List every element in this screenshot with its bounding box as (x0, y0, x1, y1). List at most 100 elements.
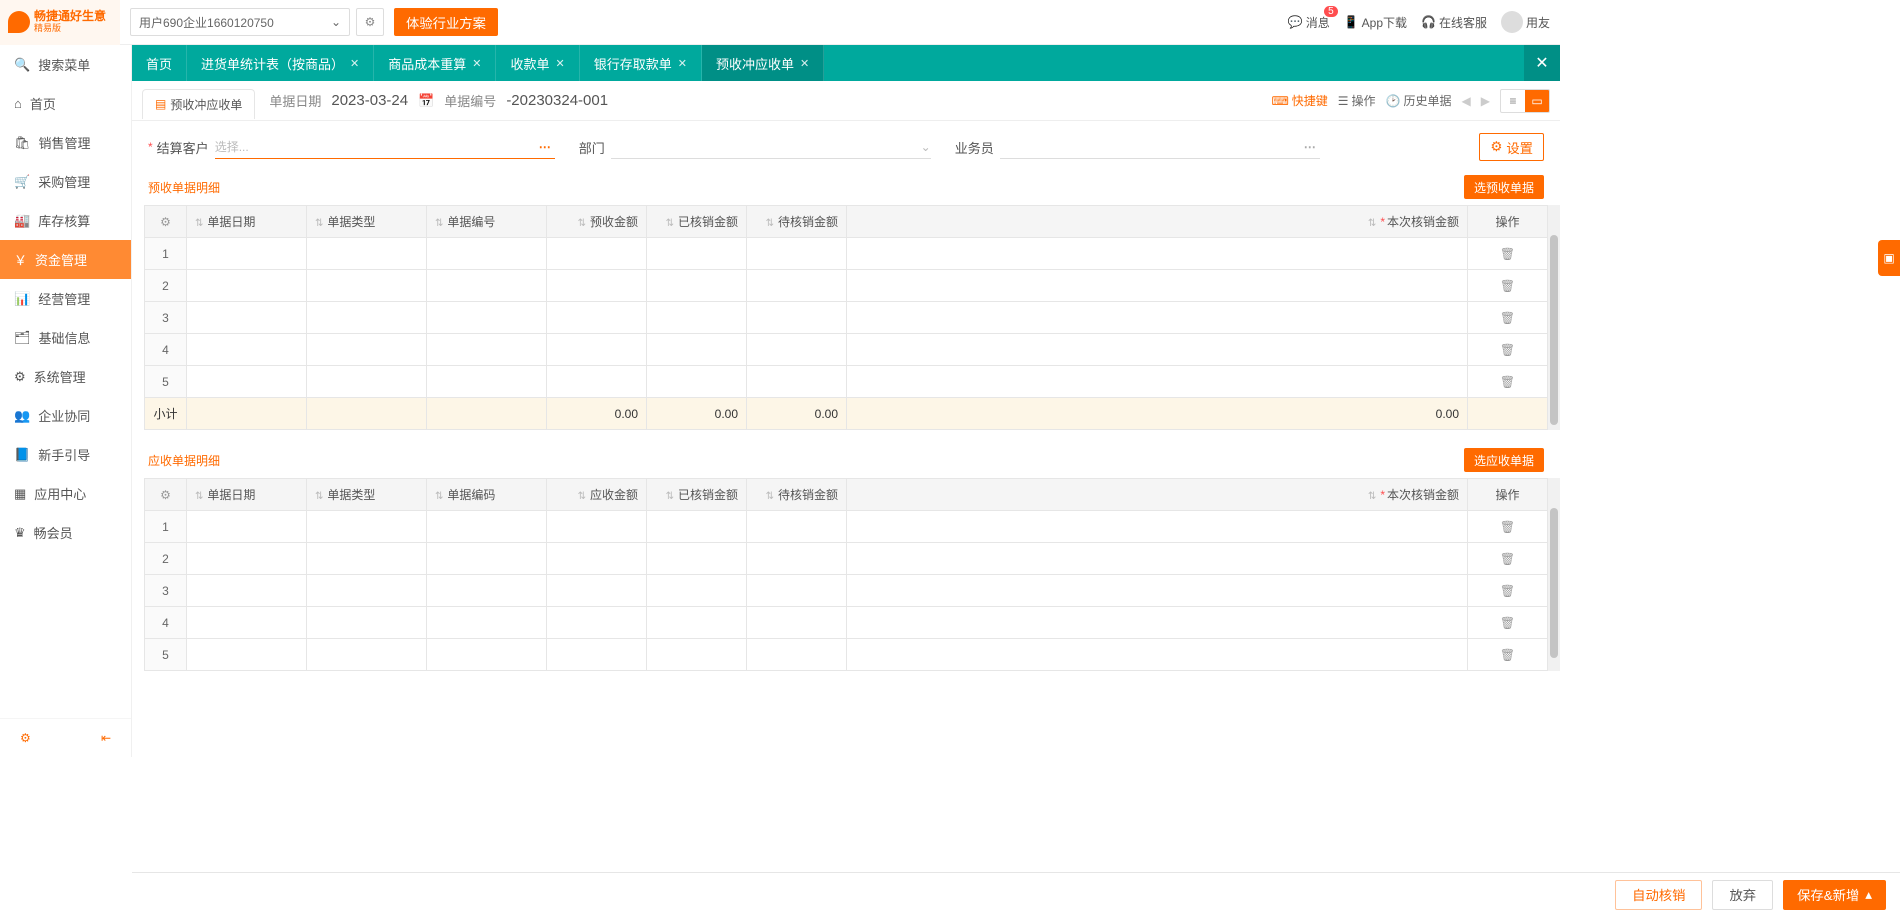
table-row[interactable]: 3🗑 (145, 575, 1548, 607)
operate-link[interactable]: ☰操作 (1338, 92, 1376, 109)
tab-bank[interactable]: 银行存取款单✕ (580, 45, 702, 81)
col-done[interactable]: 已核销金额 (647, 206, 747, 238)
table-settings-icon[interactable]: ⚙ (160, 215, 171, 229)
discard-button[interactable]: 放弃 (1712, 880, 1773, 910)
save-label: 保存&新增 (1797, 885, 1859, 904)
delete-icon[interactable]: 🗑 (1500, 375, 1515, 389)
tab-receipt[interactable]: 收款单✕ (496, 45, 579, 81)
prev-doc[interactable]: ◀ (1462, 94, 1471, 108)
side-float-handle[interactable]: ▣ (1878, 240, 1900, 276)
pick-prepay-button[interactable]: 选预收单据 (1464, 175, 1544, 199)
delete-icon[interactable]: 🗑 (1500, 584, 1515, 598)
col-this[interactable]: *本次核销金额 (847, 479, 1468, 511)
tab-cost-recalc[interactable]: 商品成本重算✕ (374, 45, 496, 81)
delete-icon[interactable]: 🗑 (1500, 520, 1515, 534)
sidebar-item-guide[interactable]: 📘新手引导 (0, 435, 131, 474)
sidebar-item-operations[interactable]: 📊经营管理 (0, 279, 131, 318)
tab-prepay-offset[interactable]: 预收冲应收单✕ (702, 45, 824, 81)
team-icon: 👥 (14, 408, 30, 424)
table-row[interactable]: 1🗑 (145, 238, 1548, 270)
col-type[interactable]: 单据类型 (307, 479, 427, 511)
delete-icon[interactable]: 🗑 (1500, 279, 1515, 293)
try-industry-button[interactable]: 体验行业方案 (394, 8, 498, 36)
customer-input[interactable] (215, 140, 535, 154)
table-row[interactable]: 2🗑 (145, 543, 1548, 575)
sales-picker-icon[interactable]: ⋯ (1300, 140, 1320, 154)
customer-service-link[interactable]: 🎧 在线客服 (1421, 14, 1487, 31)
col-no[interactable]: 单据编码 (427, 479, 547, 511)
table-row[interactable]: 5🗑 (145, 639, 1548, 671)
delete-icon[interactable]: 🗑 (1500, 311, 1515, 325)
table-row[interactable]: 3🗑 (145, 302, 1548, 334)
messages-link[interactable]: 💬 消息 5 (1288, 14, 1330, 31)
tab-purchase-report[interactable]: 进货单统计表（按商品）✕ (187, 45, 374, 81)
table-row[interactable]: 5🗑 (145, 366, 1548, 398)
delete-icon[interactable]: 🗑 (1500, 616, 1515, 630)
sidebar-item-search[interactable]: 🔍搜索菜单 (0, 45, 131, 84)
sidebar-item-collab[interactable]: 👥企业协同 (0, 396, 131, 435)
sales-input[interactable]: ⋯ (1000, 135, 1320, 159)
history-link[interactable]: 🕑历史单据 (1386, 92, 1452, 109)
delete-icon[interactable]: 🗑 (1500, 552, 1515, 566)
pick-receivable-button[interactable]: 选应收单据 (1464, 448, 1544, 472)
sidebar-item-purchase[interactable]: 🛒 采购管理 (0, 162, 131, 201)
close-icon[interactable]: ✕ (350, 57, 359, 70)
col-pending[interactable]: 待核销金额 (747, 206, 847, 238)
delete-icon[interactable]: 🗑 (1500, 648, 1515, 662)
next-doc[interactable]: ▶ (1481, 94, 1490, 108)
auto-offset-button[interactable]: 自动核销 (1615, 880, 1702, 910)
delete-icon[interactable]: 🗑 (1500, 247, 1515, 261)
col-type[interactable]: 单据类型 (307, 206, 427, 238)
scrollbar[interactable] (1548, 205, 1560, 430)
cart-icon: 🛒 (14, 174, 30, 190)
col-this[interactable]: *本次核销金额 (847, 206, 1468, 238)
view-list[interactable]: ≡ (1501, 90, 1525, 112)
user-menu[interactable]: 用友 (1501, 11, 1550, 33)
sidebar-item-funds[interactable]: ￥资金管理 (0, 240, 131, 279)
col-recv[interactable]: 应收金额 (547, 479, 647, 511)
sidebar-item-member[interactable]: ♛畅会员 (0, 513, 131, 552)
close-icon[interactable]: ✕ (472, 57, 481, 70)
table-row[interactable]: 1🗑 (145, 511, 1548, 543)
customer-picker-icon[interactable]: ⋯ (535, 140, 555, 154)
table-row[interactable]: 2🗑 (145, 270, 1548, 302)
top-gear-icon[interactable]: ⚙ (356, 8, 384, 36)
col-done[interactable]: 已核销金额 (647, 479, 747, 511)
sidebar-item-label: 基础信息 (39, 328, 91, 347)
sidebar-settings-icon[interactable]: ⚙ (20, 731, 31, 745)
col-date[interactable]: 单据日期 (187, 206, 307, 238)
sidebar-item-label: 采购管理 (38, 172, 90, 191)
date-value[interactable]: 2023-03-24 (331, 92, 408, 109)
app-download-link[interactable]: 📱 App下载 (1344, 14, 1407, 31)
close-all-tabs[interactable]: ✕ (1524, 45, 1560, 81)
close-icon[interactable]: ✕ (556, 57, 565, 70)
subtotal-label: 小计 (145, 398, 187, 430)
settings-button[interactable]: ⚙设置 (1479, 133, 1544, 161)
sidebar-collapse-icon[interactable]: ⇤ (101, 731, 111, 745)
table-row[interactable]: 4🗑 (145, 334, 1548, 366)
close-icon[interactable]: ✕ (800, 57, 809, 70)
dept-select[interactable]: ⌄ (611, 135, 931, 159)
tab-home[interactable]: 首页 (132, 45, 187, 81)
sidebar-item-system[interactable]: ⚙系统管理 (0, 357, 131, 396)
view-card[interactable]: ▭ (1525, 90, 1549, 112)
close-icon[interactable]: ✕ (678, 57, 687, 70)
shortcut-link[interactable]: ⌨快捷键 (1271, 92, 1327, 109)
col-date[interactable]: 单据日期 (187, 479, 307, 511)
sidebar-item-apps[interactable]: ▦应用中心 (0, 474, 131, 513)
table-row[interactable]: 4🗑 (145, 607, 1548, 639)
sidebar-item-basic[interactable]: 🗂基础信息 (0, 318, 131, 357)
sidebar-item-inventory[interactable]: 🏭库存核算 (0, 201, 131, 240)
table-settings-icon[interactable]: ⚙ (160, 488, 171, 502)
col-pre[interactable]: 预收金额 (547, 206, 647, 238)
sidebar-item-home[interactable]: ⌂首页 (0, 84, 131, 123)
col-pending[interactable]: 待核销金额 (747, 479, 847, 511)
delete-icon[interactable]: 🗑 (1500, 343, 1515, 357)
calendar-icon[interactable]: 📅 (418, 93, 434, 109)
col-no[interactable]: 单据编号 (427, 206, 547, 238)
warehouse-icon: 🏭 (14, 213, 30, 229)
sidebar-item-sales[interactable]: 🛍销售管理 (0, 123, 131, 162)
save-and-new-button[interactable]: 保存&新增▴ (1783, 880, 1886, 910)
scrollbar[interactable] (1548, 478, 1560, 671)
company-select[interactable]: 用户690企业1660120750 ⌄ (130, 8, 350, 36)
